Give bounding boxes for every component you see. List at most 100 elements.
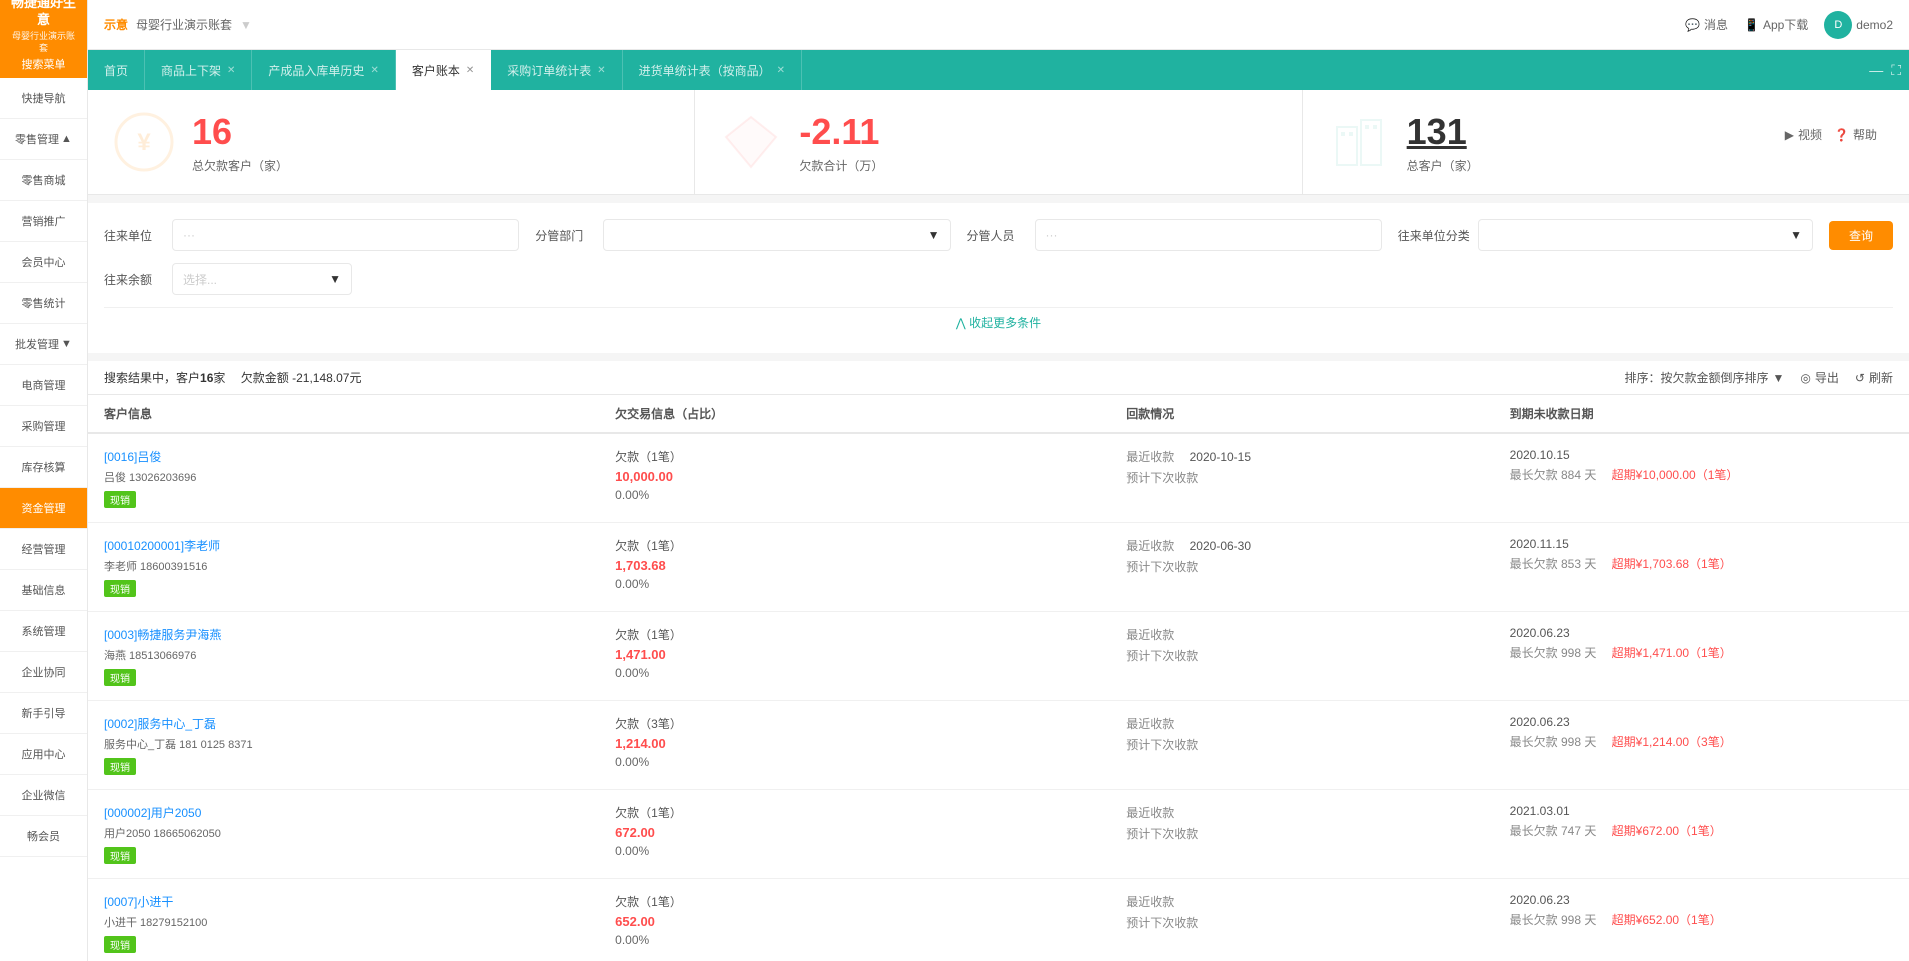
overdue-link[interactable]: 超期¥672.00（1笔） [1612, 824, 1722, 838]
customer-info-cell: [000002]用户2050 用户2050 18665062050 现销 [104, 804, 615, 864]
tab-customer-account-close[interactable]: ✕ [466, 65, 474, 76]
max-overdue: 最长欠款 998 天 超期¥1,471.00（1笔） [1510, 644, 1893, 661]
company-name: 母婴行业演示账套 [136, 16, 232, 33]
sidebar-item-retail-stats[interactable]: 零售统计 [0, 283, 87, 324]
chevron-down-icon: ▼ [61, 338, 72, 350]
last-repay: 最近收款 [1126, 893, 1509, 910]
sidebar-item-marketing[interactable]: 营销推广 [0, 201, 87, 242]
sidebar-item-new-guide[interactable]: 新手引导 [0, 693, 87, 734]
from-unit-dots: ··· [183, 228, 195, 242]
next-repay: 预计下次收款 [1126, 825, 1509, 842]
branch-dept-select[interactable]: ▼ [603, 219, 950, 251]
tab-production[interactable]: 产成品入库单历史 ✕ [252, 50, 395, 90]
search-button[interactable]: 查询 [1829, 221, 1893, 250]
sort-select[interactable]: 排序：按欠款金额倒序排序 ▼ [1625, 369, 1785, 386]
customer-name-link[interactable]: [000002]用户2050 [104, 804, 615, 821]
results-amount-value: -21,148.07元 [292, 371, 361, 385]
tab-minimize-button[interactable]: — [1869, 62, 1883, 78]
debt-info-cell: 欠款（1笔） 1,471.00 0.00% [615, 626, 1126, 680]
app-icon: 📱 [1744, 18, 1759, 32]
debt-amount[interactable]: 652.00 [615, 914, 1126, 929]
video-help-button[interactable]: ▶ 视频 [1785, 126, 1822, 143]
sidebar-item-purchase-mgmt[interactable]: 采购管理 [0, 406, 87, 447]
branch-person-input[interactable]: ··· [1035, 219, 1382, 251]
tab-home[interactable]: 首页 [88, 50, 145, 90]
last-repay-label: 最近收款 [1126, 450, 1174, 464]
repay-info-cell: 最近收款 预计下次收款 [1126, 804, 1509, 846]
dropdown-arrow[interactable]: ▼ [240, 18, 252, 32]
sidebar-item-retail-mgmt[interactable]: 零售管理 ▲ [0, 119, 87, 160]
tab-customer-account[interactable]: 客户账本 ✕ [396, 50, 491, 90]
sidebar-item-app-center[interactable]: 应用中心 [0, 734, 87, 775]
tab-inventory-stats-close[interactable]: ✕ [777, 65, 785, 76]
sidebar-item-ecommerce[interactable]: 电商管理 [0, 365, 87, 406]
results-bar: 搜索结果中，客户16家 欠款金额 -21,148.07元 排序：按欠款金额倒序排… [88, 361, 1909, 395]
results-actions: 排序：按欠款金额倒序排序 ▼ ◎ 导出 ↺ 刷新 [1625, 369, 1893, 386]
overdue-link[interactable]: 超期¥1,214.00（3笔） [1612, 735, 1732, 749]
app-download-label: App下载 [1763, 16, 1808, 33]
tab-products-label: 商品上下架 [161, 62, 221, 79]
sort-label: 排序：按欠款金额倒序排序 [1625, 369, 1769, 386]
tab-purchase-order[interactable]: 采购订单统计表 ✕ [491, 50, 622, 90]
customer-name-link[interactable]: [0007]小进干 [104, 893, 615, 910]
customer-phone: 吕俊 13026203696 [104, 469, 615, 485]
refresh-icon: ↺ [1855, 371, 1865, 385]
sidebar-item-inventory[interactable]: 库存核算 [0, 447, 87, 488]
tab-products[interactable]: 商品上下架 ✕ [145, 50, 252, 90]
app-download-button[interactable]: 📱 App下载 [1744, 16, 1808, 33]
sidebar-item-batch-mgmt[interactable]: 批发管理 ▼ [0, 324, 87, 365]
sidebar-item-vip-member[interactable]: 畅会员 [0, 816, 87, 857]
debt-amount[interactable]: 1,214.00 [615, 736, 1126, 751]
next-repay-label: 预计下次收款 [1126, 560, 1198, 574]
debt-info-cell: 欠款（1笔） 672.00 0.00% [615, 804, 1126, 858]
sidebar-item-member-center[interactable]: 会员中心 [0, 242, 87, 283]
unit-balance-select[interactable]: 选择... ▼ [172, 263, 352, 295]
from-unit-label: 往来单位 [104, 227, 164, 244]
table-row: [000002]用户2050 用户2050 18665062050 现销 欠款（… [88, 790, 1909, 879]
customer-name-link[interactable]: [0003]畅捷服务尹海燕 [104, 626, 615, 643]
table-row: [0003]畅捷服务尹海燕 海燕 18513066976 现销 欠款（1笔） 1… [88, 612, 1909, 701]
sidebar-item-basic-info[interactable]: 基础信息 [0, 570, 87, 611]
last-repay-label: 最近收款 [1126, 895, 1174, 909]
tab-production-close[interactable]: ✕ [370, 65, 378, 76]
overdue-link[interactable]: 超期¥652.00（1笔） [1612, 913, 1722, 927]
sidebar-item-retail-mall[interactable]: 零售商城 [0, 160, 87, 201]
sidebar-logo: 畅捷通好生意 母婴行业演示账套 [0, 0, 87, 50]
sidebar-item-operations[interactable]: 经营管理 [0, 529, 87, 570]
debt-amount[interactable]: 10,000.00 [615, 469, 1126, 484]
tab-maximize-button[interactable]: ⛶ [1891, 62, 1901, 79]
sidebar-item-enterprise-wx[interactable]: 企业微信 [0, 775, 87, 816]
debt-amount[interactable]: 672.00 [615, 825, 1126, 840]
customer-name-link[interactable]: [00010200001]李老师 [104, 537, 615, 554]
collapse-bar[interactable]: ⋀ 收起更多条件 [104, 307, 1893, 337]
export-button[interactable]: ◎ 导出 [1800, 369, 1839, 386]
debt-amount[interactable]: 1,703.68 [615, 558, 1126, 573]
overdue-link[interactable]: 超期¥1,471.00（1笔） [1612, 646, 1732, 660]
unit-category-select[interactable]: ▼ [1478, 219, 1813, 251]
sidebar-item-system-mgmt[interactable]: 系统管理 [0, 611, 87, 652]
collapse-label: 收起更多条件 [969, 316, 1041, 330]
sidebar-item-quick-nav[interactable]: 快捷导航 [0, 78, 87, 119]
filter-row-1: 往来单位 ··· 分管部门 ▼ 分管人员 ··· [104, 219, 1893, 251]
customer-name-link[interactable]: [0016]吕俊 [104, 448, 615, 465]
page-content: ¥ 16 总欠款客户（家） -2.11 欠款合计（ [88, 90, 1909, 961]
tab-products-close[interactable]: ✕ [227, 65, 235, 76]
message-button[interactable]: 💬 消息 [1685, 16, 1728, 33]
message-icon: 💬 [1685, 18, 1700, 32]
overdue-link[interactable]: 超期¥1,703.68（1笔） [1612, 557, 1732, 571]
next-repay-label: 预计下次收款 [1126, 738, 1198, 752]
unit-category-arrow: ▼ [1790, 228, 1802, 242]
tab-inventory-stats[interactable]: 进货单统计表（按商品） ✕ [623, 50, 802, 90]
export-label: 导出 [1815, 369, 1839, 386]
sidebar-item-finance[interactable]: 资金管理 [0, 488, 87, 529]
overdue-link[interactable]: 超期¥10,000.00（1笔） [1612, 468, 1739, 482]
customer-name-link[interactable]: [0002]服务中心_丁磊 [104, 715, 615, 732]
sidebar-item-enterprise-coop[interactable]: 企业协同 [0, 652, 87, 693]
refresh-button[interactable]: ↺ 刷新 [1855, 369, 1893, 386]
help-button[interactable]: ❓ 帮助 [1834, 126, 1877, 143]
tab-purchase-order-close[interactable]: ✕ [597, 65, 605, 76]
debt-amount[interactable]: 1,471.00 [615, 647, 1126, 662]
from-unit-input[interactable]: ··· [172, 219, 519, 251]
user-avatar-area[interactable]: D demo2 [1824, 11, 1893, 39]
last-repay: 最近收款 2020-06-30 [1126, 537, 1509, 554]
